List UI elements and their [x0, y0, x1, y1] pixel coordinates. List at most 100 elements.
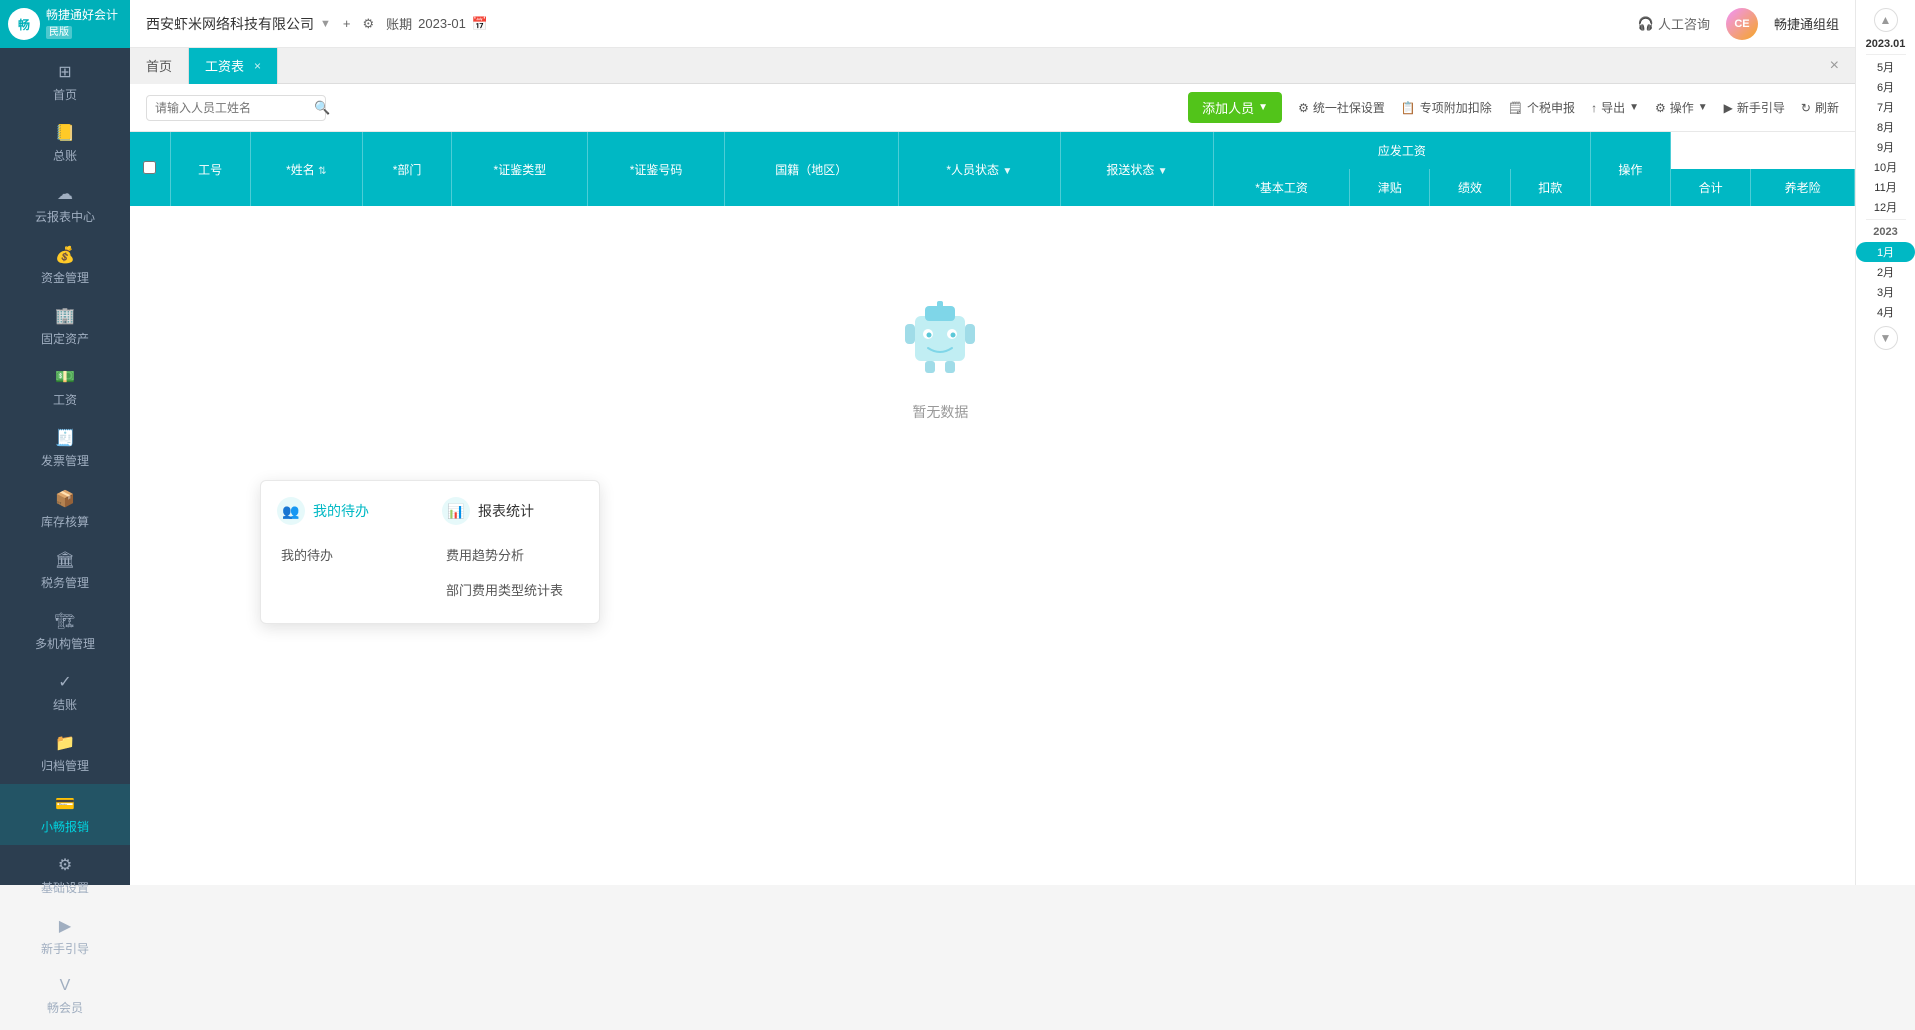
popup-col2-header: 📊 报表统计 [442, 497, 583, 525]
top-header: 西安虾米网络科技有限公司 ▼ + ⚙ 账期 2023-01 📅 🎧 人工咨询 C… [130, 0, 1855, 48]
settings-button[interactable]: ⚙ [362, 16, 374, 32]
add-person-label: 添加人员 [1202, 98, 1254, 117]
tab-home-label: 首页 [146, 56, 172, 75]
sidebar-item-label: 归档管理 [41, 757, 89, 774]
timeline-month-4[interactable]: 4月 [1856, 302, 1915, 322]
new-guide-icon: ▶ [1724, 101, 1733, 115]
dept-expense-item[interactable]: 部门费用类型统计表 [442, 572, 583, 607]
popup-col1-header: 👥 我的待办 [277, 497, 418, 525]
special-deduct-button[interactable]: 📋 专项附加扣除 [1401, 99, 1492, 116]
sidebar-item-fund[interactable]: 💰 资金管理 [0, 235, 130, 296]
social-security-button[interactable]: ⚙ 统一社保设置 [1298, 99, 1385, 116]
add-person-button[interactable]: 添加人员 ▼ [1188, 92, 1282, 123]
operate-chevron-icon: ▼ [1698, 102, 1708, 113]
header-person-status: *人员状态 ▼ [898, 132, 1060, 206]
sidebar-item-inventory[interactable]: 📦 库存核算 [0, 479, 130, 540]
sidebar-item-archive[interactable]: 📁 归档管理 [0, 723, 130, 784]
sidebar-item-invoice[interactable]: 🧾 发票管理 [0, 418, 130, 479]
timeline-divider2 [1866, 219, 1906, 220]
timeline-month-9[interactable]: 9月 [1856, 137, 1915, 157]
special-deduct-icon: 📋 [1401, 101, 1416, 115]
header-pension: 养老险 [1751, 169, 1855, 206]
select-all-checkbox[interactable] [143, 161, 156, 174]
sidebar-item-multi-org[interactable]: 🏗 多机构管理 [0, 601, 130, 662]
filter-icon[interactable]: ▼ [1002, 166, 1012, 177]
sidebar-item-label: 工资 [53, 391, 77, 408]
header-deduct: 扣款 [1510, 169, 1590, 206]
close-panel-button[interactable]: × [1814, 57, 1855, 75]
new-guide-label: 新手引导 [1737, 99, 1785, 116]
sidebar-item-basic[interactable]: ⚙ 基础设置 [0, 845, 130, 906]
sidebar-item-salary[interactable]: 💵 工资 [0, 357, 130, 418]
panel-up-button[interactable]: ▲ [1874, 8, 1898, 32]
search-icon: 🔍 [314, 100, 330, 116]
export-button[interactable]: ↑ 导出 ▼ [1591, 99, 1639, 116]
right-panel: ▲ 2023.01 5月 6月 7月 8月 9月 10月 11月 12月 202… [1855, 0, 1915, 885]
timeline-month-3[interactable]: 3月 [1856, 282, 1915, 302]
tab-close-button[interactable]: × [254, 59, 261, 73]
sidebar-item-ledger[interactable]: 📒 总账 [0, 113, 130, 174]
sidebar-item-label: 小畅报销 [41, 818, 89, 835]
panel-down-button[interactable]: ▼ [1874, 326, 1898, 350]
sidebar-item-guide[interactable]: ▶ 新手引导 [0, 906, 130, 967]
archive-icon: 📁 [55, 733, 75, 753]
sidebar-item-cloud-report[interactable]: ☁ 云报表中心 [0, 174, 130, 235]
header-base-salary: *基本工资 [1213, 169, 1349, 206]
sidebar-item-settlement[interactable]: ✓ 结账 [0, 662, 130, 723]
timeline-month-7[interactable]: 7月 [1856, 97, 1915, 117]
header-operate: 操作 [1590, 132, 1670, 206]
header-cert-type: *证鉴类型 [452, 132, 588, 206]
timeline-month-8[interactable]: 8月 [1856, 117, 1915, 137]
social-security-icon: ⚙ [1298, 101, 1309, 115]
empty-text: 暂无数据 [912, 402, 968, 422]
sidebar-item-xiaochang[interactable]: 💳 小畅报销 [0, 784, 130, 845]
sidebar-item-label: 总账 [53, 147, 77, 164]
timeline-month-6[interactable]: 6月 [1856, 77, 1915, 97]
tab-salary-label: 工资表 [205, 56, 244, 75]
tab-salary-table[interactable]: 工资表 × [189, 48, 278, 84]
search-input[interactable] [155, 101, 310, 115]
sidebar-item-home[interactable]: ⊞ 首页 [0, 52, 130, 113]
user-avatar[interactable]: CE [1726, 8, 1758, 40]
refresh-button[interactable]: ↻ 刷新 [1801, 99, 1839, 116]
timeline-month-5[interactable]: 5月 [1856, 57, 1915, 77]
new-guide-button[interactable]: ▶ 新手引导 [1724, 99, 1785, 116]
avatar-initials: CE [1734, 18, 1749, 30]
timeline-month-2[interactable]: 2月 [1856, 262, 1915, 282]
timeline-month-1[interactable]: 1月 [1856, 242, 1915, 262]
sidebar-item-fixed-assets[interactable]: 🏢 固定资产 [0, 296, 130, 357]
tax-declaration-button[interactable]: 🗒 个税申报 [1508, 99, 1575, 116]
tab-home[interactable]: 首页 [130, 48, 189, 84]
my-tasks-item[interactable]: 我的待办 [277, 537, 418, 572]
home-icon: ⊞ [58, 62, 71, 82]
sidebar-item-label: 发票管理 [41, 452, 89, 469]
header-total: 合计 [1671, 169, 1751, 206]
add-company-button[interactable]: + [343, 16, 351, 31]
header-checkbox [130, 132, 170, 206]
sidebar-nav: ⊞ 首页 📒 总账 ☁ 云报表中心 💰 资金管理 🏢 固定资产 💵 工资 🧾 发… [0, 48, 130, 1030]
member-icon: V [60, 977, 71, 995]
header-performance: 绩效 [1430, 169, 1510, 206]
operate-button[interactable]: ⚙ 操作 ▼ [1655, 99, 1708, 116]
sidebar-item-tax[interactable]: 🏛 税务管理 [0, 540, 130, 601]
popup-col-reports: 📊 报表统计 费用趋势分析 部门费用类型统计表 [442, 497, 583, 607]
invoice-icon: 🧾 [55, 428, 75, 448]
company-selector[interactable]: 西安虾米网络科技有限公司 ▼ [146, 14, 331, 34]
expense-trend-item[interactable]: 费用趋势分析 [442, 537, 583, 572]
main-content: 西安虾米网络科技有限公司 ▼ + ⚙ 账期 2023-01 📅 🎧 人工咨询 C… [130, 0, 1855, 885]
header-emp-no: 工号 [170, 132, 250, 206]
sidebar-item-label: 税务管理 [41, 574, 89, 591]
popup-menu: 👥 我的待办 我的待办 📊 报表统计 费用趋势分析 部门费用类型统计表 [260, 480, 600, 624]
timeline-month-12[interactable]: 12月 [1856, 197, 1915, 217]
header-country: 国籍（地区） [724, 132, 898, 206]
popup-columns: 👥 我的待办 我的待办 📊 报表统计 费用趋势分析 部门费用类型统计表 [277, 497, 583, 607]
my-tasks-icon: 👥 [277, 497, 305, 525]
sidebar-item-member[interactable]: V 畅会员 [0, 967, 130, 1026]
timeline-month-11[interactable]: 11月 [1856, 177, 1915, 197]
timeline-month-10[interactable]: 10月 [1856, 157, 1915, 177]
header-bonus: 津贴 [1350, 169, 1430, 206]
guide-icon: ▶ [59, 916, 71, 936]
send-status-filter-icon[interactable]: ▼ [1158, 166, 1168, 177]
top-right: 🎧 人工咨询 CE 畅捷通组组 [1638, 8, 1839, 40]
support-link[interactable]: 🎧 人工咨询 [1638, 14, 1710, 33]
